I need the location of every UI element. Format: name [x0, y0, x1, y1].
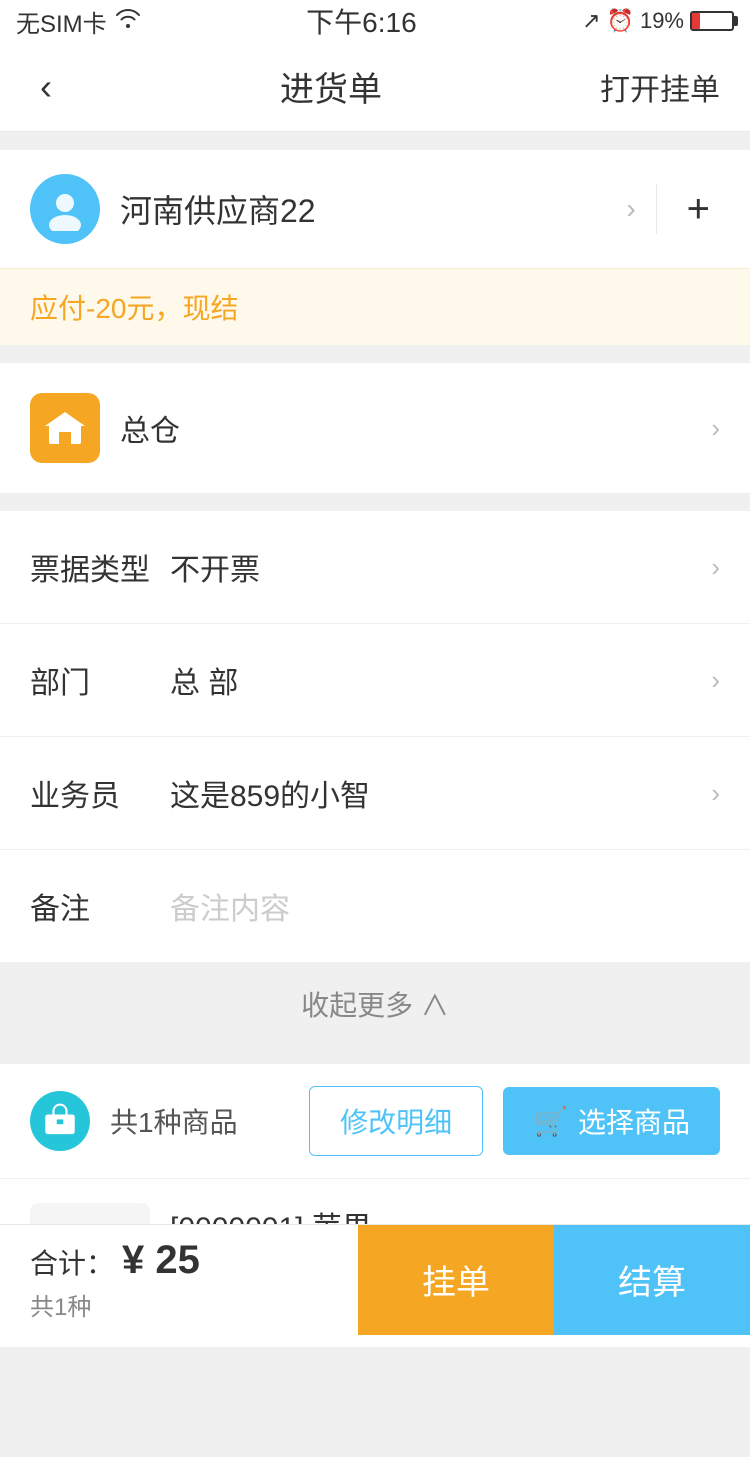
- remark-label: 备注: [30, 884, 160, 928]
- department-label: 部门: [30, 658, 160, 702]
- carrier-label: 无SIM卡: [16, 4, 107, 39]
- department-chevron-icon: ›: [711, 665, 720, 696]
- salesperson-chevron-icon: ›: [711, 778, 720, 809]
- total-section: 合计： ¥ 25 共1种: [0, 1238, 358, 1322]
- salesperson-value: 这是859的小智: [170, 771, 711, 815]
- battery-icon: [690, 11, 734, 31]
- warehouse-section: 总仓 ›: [0, 363, 750, 493]
- settle-button[interactable]: 结算: [554, 1225, 750, 1335]
- page-title: 进货单: [280, 62, 382, 111]
- salesperson-row[interactable]: 业务员 这是859的小智 ›: [0, 737, 750, 850]
- remark-placeholder: 备注内容: [170, 884, 720, 928]
- warehouse-icon: [30, 393, 100, 463]
- wifi-icon: [115, 7, 141, 35]
- nav-bar: ‹ 进货单 打开挂单: [0, 42, 750, 132]
- total-label: 合计：: [30, 1242, 114, 1282]
- section-gap-4: [0, 1046, 750, 1064]
- bottom-spacer: [0, 1347, 750, 1457]
- product-count-text: 共1种商品: [110, 1101, 289, 1141]
- open-hang-button[interactable]: 打开挂单: [600, 65, 720, 109]
- supplier-name: 河南供应商22: [120, 186, 626, 232]
- status-bar: 无SIM卡 下午6:16 ↗ ⏰ 19%: [0, 0, 750, 42]
- back-button[interactable]: ‹: [30, 56, 62, 118]
- bottom-bar: 合计： ¥ 25 共1种 挂单 结算: [0, 1224, 750, 1334]
- battery-percent: 19%: [640, 8, 684, 34]
- supplier-section: 河南供应商22 › + 应付-20元，现结: [0, 150, 750, 345]
- alarm-icon: ⏰: [607, 8, 634, 34]
- status-left: 无SIM卡: [16, 4, 141, 39]
- total-amount: ¥ 25: [122, 1238, 200, 1283]
- product-header-icon: [30, 1091, 90, 1151]
- section-gap-1: [0, 132, 750, 150]
- edit-detail-button[interactable]: 修改明细: [309, 1086, 483, 1156]
- section-gap-2: [0, 345, 750, 363]
- status-time: 下午6:16: [306, 1, 417, 41]
- location-icon: ↗: [582, 8, 600, 34]
- invoice-type-row[interactable]: 票据类型 不开票 ›: [0, 511, 750, 624]
- select-product-label: 选择商品: [578, 1101, 690, 1141]
- supplier-avatar: [30, 174, 100, 244]
- total-main: 合计： ¥ 25: [30, 1238, 328, 1283]
- status-right: ↗ ⏰ 19%: [582, 8, 734, 34]
- select-product-button[interactable]: 🛒 选择商品: [503, 1087, 720, 1155]
- warning-text: 应付-20元，现结: [30, 293, 238, 324]
- product-header: 共1种商品 修改明细 🛒 选择商品: [0, 1064, 750, 1178]
- department-value: 总 部: [170, 658, 711, 702]
- salesperson-label: 业务员: [30, 771, 160, 815]
- cart-icon: 🛒: [533, 1105, 568, 1138]
- supplier-row[interactable]: 河南供应商22 › +: [0, 150, 750, 268]
- section-gap-3: [0, 493, 750, 511]
- invoice-type-value: 不开票: [170, 545, 711, 589]
- supplier-divider: [656, 184, 657, 234]
- warehouse-chevron-icon: ›: [711, 413, 720, 444]
- invoice-type-chevron-icon: ›: [711, 552, 720, 583]
- collapse-label: 收起更多 ∧: [301, 990, 449, 1021]
- collapse-button[interactable]: 收起更多 ∧: [0, 962, 750, 1046]
- remark-row[interactable]: 备注 备注内容: [0, 850, 750, 962]
- warehouse-label: 总仓: [120, 406, 180, 450]
- warehouse-row[interactable]: 总仓 ›: [0, 363, 750, 493]
- form-section: 票据类型 不开票 › 部门 总 部 › 业务员 这是859的小智 › 备注 备注…: [0, 511, 750, 962]
- total-sub: 共1种: [30, 1287, 328, 1322]
- warning-banner: 应付-20元，现结: [0, 268, 750, 345]
- department-row[interactable]: 部门 总 部 ›: [0, 624, 750, 737]
- hang-button[interactable]: 挂单: [358, 1225, 554, 1335]
- add-supplier-button[interactable]: +: [677, 187, 720, 232]
- invoice-type-label: 票据类型: [30, 545, 160, 589]
- supplier-chevron-icon: ›: [626, 193, 635, 225]
